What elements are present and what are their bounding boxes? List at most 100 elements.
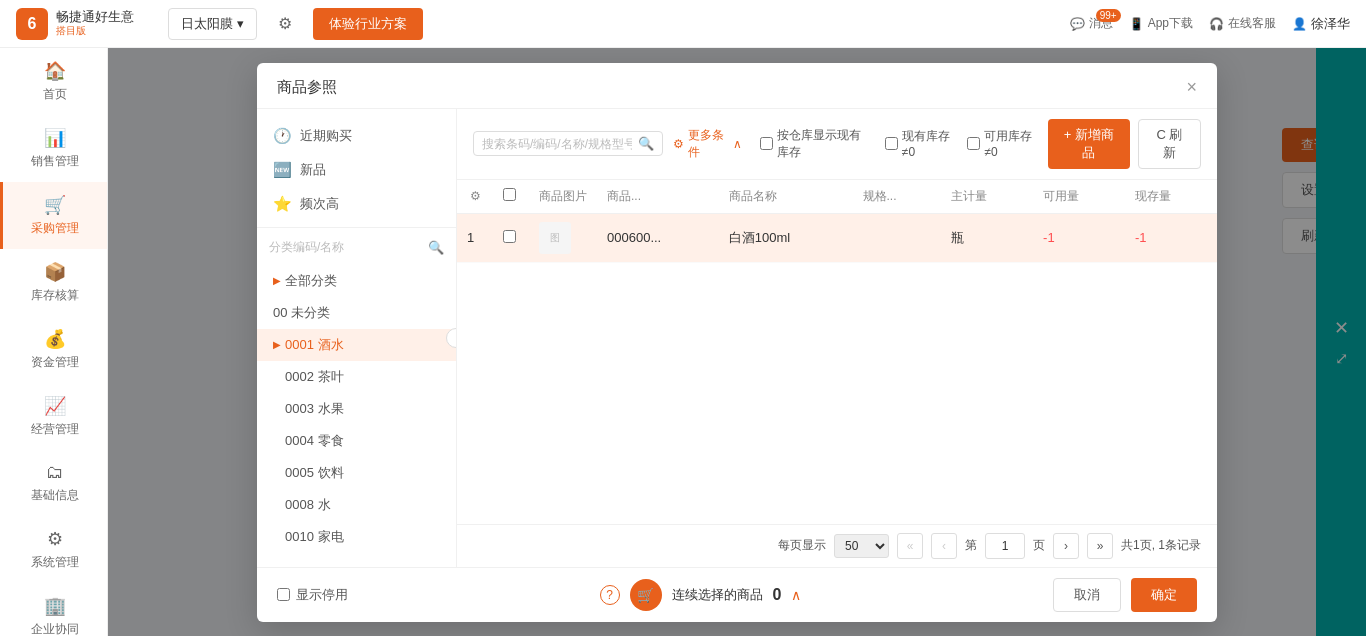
select-all-checkbox[interactable] xyxy=(503,188,516,201)
check-warehouse[interactable]: 按仓库显示现有库存 xyxy=(760,127,873,161)
add-product-button[interactable]: + 新增商品 xyxy=(1048,119,1130,169)
sidebar-label-inventory: 库存核算 xyxy=(31,287,79,304)
tree-label-all: 全部分类 xyxy=(285,272,337,290)
row-spec xyxy=(853,213,942,262)
category-search-icon[interactable]: 🔍 xyxy=(428,240,444,255)
page-number-input[interactable] xyxy=(985,533,1025,559)
nav-recent[interactable]: 🕐 近期购买 xyxy=(257,119,456,153)
filter-arrow-icon: ∧ xyxy=(733,137,742,151)
app-download-label: App下载 xyxy=(1148,15,1193,32)
cart-button[interactable]: 🛒 xyxy=(630,579,662,611)
tree-item-0008[interactable]: 0008 水 xyxy=(257,489,456,521)
th-code[interactable]: 商品... xyxy=(597,180,719,214)
user-item[interactable]: 👤 徐泽华 xyxy=(1292,15,1350,33)
th-spec[interactable]: 规格... xyxy=(853,180,942,214)
sidebar-label-purchase: 采购管理 xyxy=(31,220,79,237)
per-page-select[interactable]: 50 10 20 100 xyxy=(834,534,889,558)
help-icon[interactable]: ? xyxy=(600,585,620,605)
app-download-item[interactable]: 📱 App下载 xyxy=(1129,15,1193,32)
th-checkbox xyxy=(493,180,529,214)
tree-item-0010[interactable]: 0010 家电 xyxy=(257,521,456,553)
sidebar-label-enterprise: 企业协同 xyxy=(31,621,79,636)
table-toolbar: 🔍 ⚙ 更多条件 ∧ 按仓库显示现有库存 xyxy=(457,109,1217,180)
row-code: 000600... xyxy=(597,213,719,262)
check-usable[interactable]: 可用库存≠0 xyxy=(967,128,1038,159)
sidebar-item-sales[interactable]: 📊 销售管理 xyxy=(0,115,107,182)
row-unit: 瓶 xyxy=(941,213,1033,262)
modal-dialog: 商品参照 × 🕐 近期购买 🆕 新品 xyxy=(257,63,1217,622)
category-search-input[interactable] xyxy=(269,240,422,254)
cancel-button[interactable]: 取消 xyxy=(1053,578,1121,612)
tree-label-0001: 0001 酒水 xyxy=(285,336,344,354)
sidebar-label-sales: 销售管理 xyxy=(31,153,79,170)
th-unit[interactable]: 主计量 xyxy=(941,180,1033,214)
sidebar-item-basic[interactable]: 🗂 基础信息 xyxy=(0,450,107,516)
experience-button[interactable]: 体验行业方案 xyxy=(313,8,423,40)
check-usable-input[interactable] xyxy=(967,137,980,150)
product-search-input[interactable] xyxy=(482,137,632,151)
nav-dropdown[interactable]: 日太阳膜 ▾ xyxy=(168,8,257,40)
product-table: ⚙ 商品图片 商品... 商品名称 规格... 主计量 可用量 现存量 xyxy=(457,180,1217,263)
tree-item-0003[interactable]: 0003 水果 xyxy=(257,393,456,425)
filter-icon: ⚙ xyxy=(673,137,684,151)
nav-frequent[interactable]: ⭐ 频次高 xyxy=(257,187,456,221)
search-icon[interactable]: 🔍 xyxy=(638,136,654,151)
tree-label-0005: 0005 饮料 xyxy=(285,464,344,482)
online-service-item[interactable]: 🎧 在线客服 xyxy=(1209,15,1276,32)
table-row[interactable]: 1 图 000600... 白酒100ml 瓶 xyxy=(457,213,1217,262)
check-available-input[interactable] xyxy=(885,137,898,150)
check-warehouse-input[interactable] xyxy=(760,137,773,150)
th-name[interactable]: 商品名称 xyxy=(719,180,853,214)
check-available[interactable]: 现有库存≠0 xyxy=(885,128,956,159)
recent-icon: 🕐 xyxy=(273,127,292,145)
next-page-button[interactable]: › xyxy=(1053,533,1079,559)
footer-center: ? 🛒 连续选择的商品 0 ∧ xyxy=(600,579,802,611)
tree-item-0002[interactable]: 0002 茶叶 xyxy=(257,361,456,393)
sidebar-item-purchase[interactable]: 🛒 采购管理 xyxy=(0,182,107,249)
chevron-up-icon[interactable]: ∧ xyxy=(791,587,801,603)
tree-item-00[interactable]: 00 未分类 xyxy=(257,297,456,329)
tree-item-0001[interactable]: ▶ 0001 酒水 xyxy=(257,329,456,361)
business-icon: 📈 xyxy=(44,395,66,417)
confirm-button[interactable]: 确定 xyxy=(1131,578,1197,612)
tree-item-0005[interactable]: 0005 饮料 xyxy=(257,457,456,489)
nav-actions: ⚙ 体验行业方案 xyxy=(269,8,423,40)
nav-new[interactable]: 🆕 新品 xyxy=(257,153,456,187)
filter-more-button[interactable]: ⚙ 更多条件 ∧ xyxy=(673,127,742,161)
tree-label-00: 00 未分类 xyxy=(273,304,330,322)
pagination-bar: 每页显示 50 10 20 100 « ‹ 第 页 xyxy=(457,524,1217,567)
prev-page-button[interactable]: ‹ xyxy=(931,533,957,559)
logo-icon: 6 xyxy=(16,8,48,40)
product-table-area: ⚙ 商品图片 商品... 商品名称 规格... 主计量 可用量 现存量 xyxy=(457,180,1217,524)
sidebar-item-enterprise[interactable]: 🏢 企业协同 xyxy=(0,583,107,636)
tree-item-all[interactable]: ▶ 全部分类 xyxy=(257,265,456,297)
th-settings[interactable]: ⚙ xyxy=(457,180,493,214)
online-service-label: 在线客服 xyxy=(1228,15,1276,32)
row-select-checkbox[interactable] xyxy=(503,230,516,243)
category-search-box: 🔍 xyxy=(257,234,456,261)
sidebar-item-system[interactable]: ⚙ 系统管理 xyxy=(0,516,107,583)
tree-item-0004[interactable]: 0004 零食 xyxy=(257,425,456,457)
sidebar-item-business[interactable]: 📈 经营管理 xyxy=(0,383,107,450)
row-name: 白酒100ml xyxy=(719,213,853,262)
last-page-button[interactable]: » xyxy=(1087,533,1113,559)
filter-label: 更多条件 xyxy=(688,127,729,161)
modal-close-button[interactable]: × xyxy=(1186,77,1197,98)
nav-new-label: 新品 xyxy=(300,161,326,179)
show-disabled-checkbox[interactable]: 显示停用 xyxy=(277,586,348,604)
show-disabled-input[interactable] xyxy=(277,588,290,601)
row-stock: -1 xyxy=(1125,213,1217,262)
tree-label-0002: 0002 茶叶 xyxy=(285,368,344,386)
table-refresh-button[interactable]: C 刷新 xyxy=(1138,119,1201,169)
sidebar-item-inventory[interactable]: 📦 库存核算 xyxy=(0,249,107,316)
cart-count-badge: 0 xyxy=(773,586,782,604)
sidebar-item-finance[interactable]: 💰 资金管理 xyxy=(0,316,107,383)
sidebar-item-home[interactable]: 🏠 首页 xyxy=(0,48,107,115)
first-page-button[interactable]: « xyxy=(897,533,923,559)
topnav-right: 💬 消息 99+ 📱 App下载 🎧 在线客服 👤 徐泽华 xyxy=(1070,15,1350,33)
filter-conditions: 按仓库显示现有库存 现有库存≠0 可用库存≠0 xyxy=(760,127,1038,161)
nav-frequent-label: 频次高 xyxy=(300,195,339,213)
gear-button[interactable]: ⚙ xyxy=(269,8,301,40)
notice-item[interactable]: 💬 消息 99+ xyxy=(1070,15,1113,32)
avatar-icon: 👤 xyxy=(1292,17,1307,31)
